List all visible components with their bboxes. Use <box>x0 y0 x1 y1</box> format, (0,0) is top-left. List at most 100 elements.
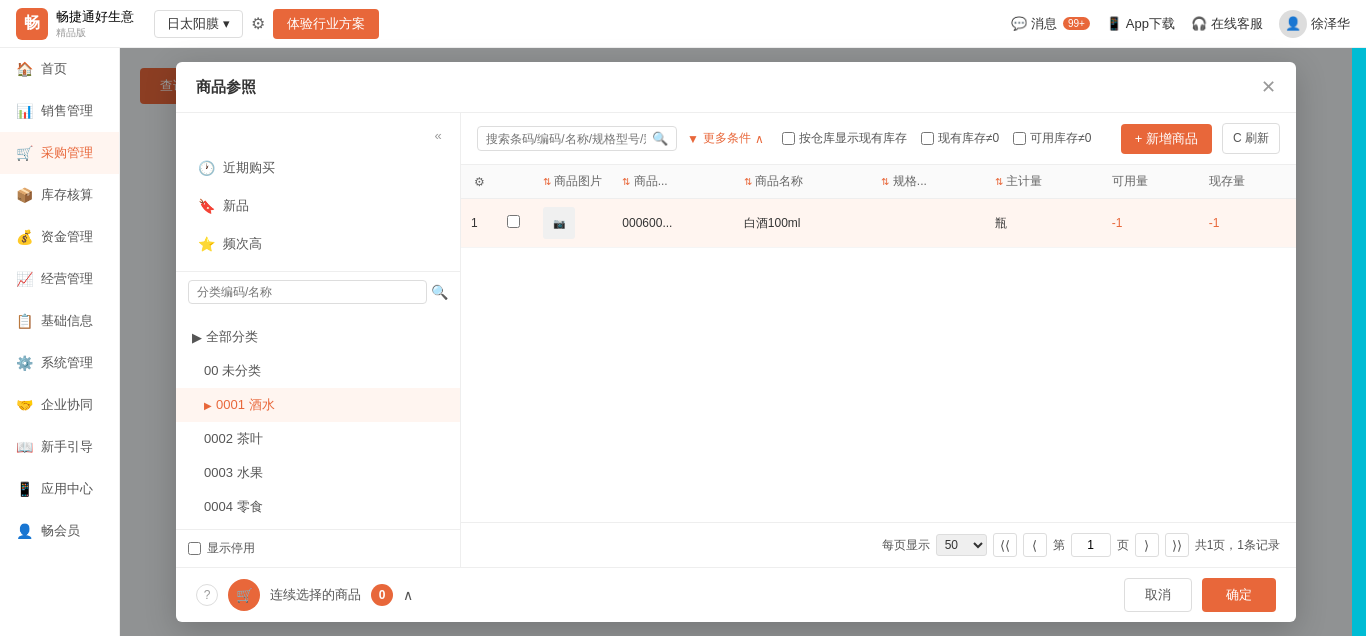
filter-button[interactable]: ▼ 更多条件 ∧ <box>687 130 764 147</box>
filter-icon: ▼ <box>687 132 699 146</box>
first-page-button[interactable]: ⟨⟨ <box>993 533 1017 557</box>
page-number-input[interactable] <box>1071 533 1111 557</box>
cat-item-unclassified[interactable]: 00 未分类 <box>176 354 460 388</box>
th-unit-sort-icon: ⇅ <box>995 176 1003 187</box>
nav-user-label: 徐泽华 <box>1311 15 1350 33</box>
purchase-icon: 🛒 <box>16 145 33 161</box>
cat-item-liquor[interactable]: ▶ 0001 酒水 <box>176 388 460 422</box>
th-settings[interactable]: ⚙ <box>461 165 497 199</box>
quick-item-frequent[interactable]: ⭐ 频次高 <box>188 229 448 259</box>
category-top: « 🕐 近期购买 🔖 新品 ⭐ <box>176 113 460 272</box>
cat-label-snack: 0004 零食 <box>204 498 263 516</box>
next-page-button[interactable]: ⟩ <box>1135 533 1159 557</box>
cat-item-tea[interactable]: 0002 茶叶 <box>176 422 460 456</box>
product-toolbar: 🔍 ▼ 更多条件 ∧ 按仓库显示现有库存 <box>461 113 1296 165</box>
cat-item-fruit[interactable]: 0003 水果 <box>176 456 460 490</box>
sidebar-label-inventory: 库存核算 <box>41 186 93 204</box>
sidebar-label-sales: 销售管理 <box>41 102 93 120</box>
cell-seq: 1 <box>461 199 497 248</box>
product-search-icon[interactable]: 🔍 <box>652 131 668 146</box>
modal-body: « 🕐 近期购买 🔖 新品 ⭐ <box>176 113 1296 567</box>
sidebar-label-system: 系统管理 <box>41 354 93 372</box>
display-disabled-label: 显示停用 <box>207 540 255 557</box>
sidebar-item-business[interactable]: 📈 经营管理 <box>0 258 119 300</box>
sidebar-item-system[interactable]: ⚙️ 系统管理 <box>0 342 119 384</box>
star-icon: ⭐ <box>198 236 215 252</box>
add-product-button[interactable]: + 新增商品 <box>1121 124 1212 154</box>
logo-icon: 畅 <box>16 8 48 40</box>
sidebar-item-sales[interactable]: 📊 销售管理 <box>0 90 119 132</box>
cell-checkbox[interactable] <box>497 199 533 248</box>
sidebar-item-apps[interactable]: 📱 应用中心 <box>0 468 119 510</box>
modal-close-button[interactable]: ✕ <box>1261 76 1276 98</box>
th-name: ⇅ 商品名称 <box>734 165 872 199</box>
quick-item-new[interactable]: 🔖 新品 <box>188 191 448 221</box>
home-icon: 🏠 <box>16 61 33 77</box>
table-row[interactable]: 1 📷 000600... 白酒100ml 瓶 <box>461 199 1296 248</box>
display-disabled-row: 显示停用 <box>176 529 460 567</box>
footer-actions: 取消 确定 <box>1124 578 1276 612</box>
avatar: 👤 <box>1279 10 1307 38</box>
th-stock: 现存量 <box>1199 165 1296 199</box>
settings-icon[interactable]: ⚙ <box>243 9 273 39</box>
page-label2: 页 <box>1117 537 1129 554</box>
cat-label-all: 全部分类 <box>206 328 258 346</box>
nav-user[interactable]: 👤 徐泽华 <box>1279 10 1350 38</box>
filter-label: 更多条件 <box>703 130 751 147</box>
collapse-category-button[interactable]: « <box>428 125 448 145</box>
sidebar-item-finance[interactable]: 💰 资金管理 <box>0 216 119 258</box>
sidebar-item-collab[interactable]: 🤝 企业协同 <box>0 384 119 426</box>
system-icon: ⚙️ <box>16 355 33 371</box>
cancel-button[interactable]: 取消 <box>1124 578 1192 612</box>
collab-icon: 🤝 <box>16 397 33 413</box>
last-page-button[interactable]: ⟩⟩ <box>1165 533 1189 557</box>
cat-label-fruit: 0003 水果 <box>204 464 263 482</box>
product-image: 📷 <box>543 207 575 239</box>
category-search-icon[interactable]: 🔍 <box>431 284 448 300</box>
page-size-select[interactable]: 50 10 20 100 <box>936 534 987 556</box>
message-icon: 💬 <box>1011 16 1027 31</box>
category-search-input[interactable] <box>188 280 427 304</box>
sidebar-item-home[interactable]: 🏠 首页 <box>0 48 119 90</box>
left-sidebar: 🏠 首页 📊 销售管理 🛒 采购管理 📦 库存核算 💰 资金管理 📈 经营管理 … <box>0 48 120 636</box>
product-search-input[interactable] <box>486 132 646 146</box>
checkbox-available-nonzero[interactable]: 可用库存≠0 <box>1013 130 1091 147</box>
page-size-label: 每页显示 <box>882 537 930 554</box>
nav-dropdown[interactable]: 日太阳膜 ▾ <box>154 10 243 38</box>
sidebar-item-purchase[interactable]: 🛒 采购管理 <box>0 132 119 174</box>
confirm-button[interactable]: 确定 <box>1202 578 1276 612</box>
prev-page-button[interactable]: ⟨ <box>1023 533 1047 557</box>
nav-messages[interactable]: 💬 消息 99+ <box>1011 15 1090 33</box>
checkbox-stock-label: 现有库存≠0 <box>938 130 999 147</box>
cat-item-snack[interactable]: 0004 零食 <box>176 490 460 524</box>
clock-icon: 🕐 <box>198 160 215 176</box>
basic-icon: 📋 <box>16 313 33 329</box>
nav-dropdown-label: 日太阳膜 <box>167 15 219 33</box>
help-icon[interactable]: ? <box>196 584 218 606</box>
cell-spec <box>871 199 984 248</box>
sidebar-item-member[interactable]: 👤 畅会员 <box>0 510 119 552</box>
experience-button[interactable]: 体验行业方案 <box>273 9 379 39</box>
th-checkbox <box>497 165 533 199</box>
content-area: 查询 设置 刷新 商品参照 ✕ « <box>120 48 1352 636</box>
nav-right: 💬 消息 99+ 📱 App下载 🎧 在线客服 👤 徐泽华 <box>1011 10 1350 38</box>
sidebar-item-guide[interactable]: 📖 新手引导 <box>0 426 119 468</box>
th-image: ⇅ 商品图片 <box>533 165 612 199</box>
display-disabled-checkbox[interactable] <box>188 542 201 555</box>
nav-app-download[interactable]: 📱 App下载 <box>1106 15 1175 33</box>
logo-area: 畅 畅捷通好生意 精品版 <box>16 8 134 40</box>
cart-icon: 🛒 <box>228 579 260 611</box>
refresh-button[interactable]: C 刷新 <box>1222 123 1280 154</box>
sidebar-item-inventory[interactable]: 📦 库存核算 <box>0 174 119 216</box>
footer-collapse-icon[interactable]: ∧ <box>403 587 413 603</box>
modal-title: 商品参照 <box>196 78 256 97</box>
cat-item-all[interactable]: ▶ 全部分类 <box>176 320 460 354</box>
quick-item-recent[interactable]: 🕐 近期购买 <box>188 153 448 183</box>
sales-icon: 📊 <box>16 103 33 119</box>
checkbox-warehouse-stock[interactable]: 按仓库显示现有库存 <box>782 130 907 147</box>
sidebar-item-basic[interactable]: 📋 基础信息 <box>0 300 119 342</box>
sidebar-label-business: 经营管理 <box>41 270 93 288</box>
sidebar-label-basic: 基础信息 <box>41 312 93 330</box>
nav-online-service[interactable]: 🎧 在线客服 <box>1191 15 1263 33</box>
checkbox-stock-nonzero[interactable]: 现有库存≠0 <box>921 130 999 147</box>
